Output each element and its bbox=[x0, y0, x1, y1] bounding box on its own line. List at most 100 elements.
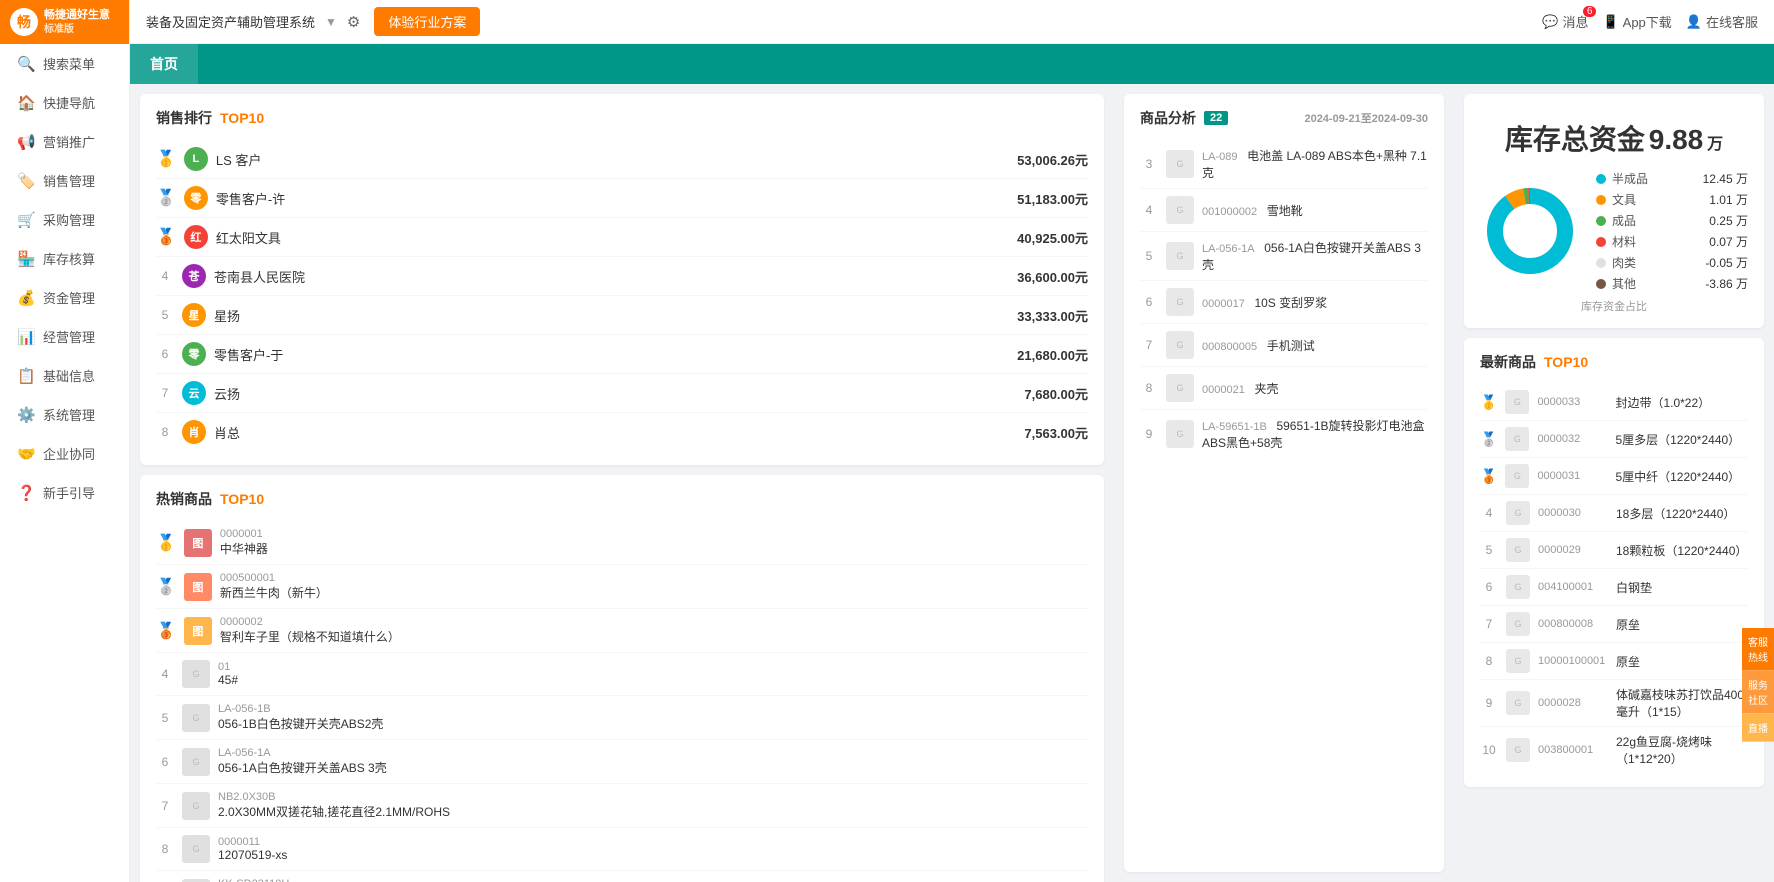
top-customers-title: 销售排行 TOP10 bbox=[156, 108, 1088, 128]
goods-code: KK-SD22110H bbox=[218, 878, 1088, 882]
goods-info: 0000002 智利车子里（规格不知道填什么） bbox=[220, 616, 1088, 645]
dropdown-icon[interactable]: ▼ bbox=[325, 15, 337, 29]
mid-goods-row[interactable]: 8 G 0000021 夹壳 bbox=[1140, 367, 1428, 410]
sidebar-item-operations[interactable]: 📊 经营管理 bbox=[0, 317, 129, 356]
new-goods-row[interactable]: 🥈 G 0000032 5厘多层（1220*2440） bbox=[1480, 421, 1748, 458]
goods-name: 中华神器 bbox=[220, 540, 1088, 557]
float-btn-service[interactable]: 客服热线 bbox=[1742, 628, 1774, 671]
goods-code: LA-59651-1B bbox=[1202, 421, 1267, 433]
goods-info: 0000021 夹壳 bbox=[1202, 380, 1428, 397]
goods-img: G bbox=[182, 660, 210, 688]
customer-row[interactable]: 🥈 零 零售客户-许 51,183.00元 bbox=[156, 179, 1088, 218]
rank-num: 6 bbox=[156, 755, 174, 769]
goods-code: 0000002 bbox=[220, 616, 1088, 628]
medal-icon: 🥉 bbox=[1480, 468, 1497, 485]
legend-item: 成品 0.25 万 bbox=[1596, 212, 1748, 229]
new-goods-row[interactable]: 9 G 0000028 体碱嘉枝味苏打饮品400毫升（1*15） bbox=[1480, 680, 1748, 727]
new-goods-img: G bbox=[1505, 464, 1529, 488]
donut-section: 半成品 12.45 万 文具 1.01 万 成品 0.25 万 材料 0.07 … bbox=[1480, 170, 1748, 292]
sidebar-item-basics[interactable]: 📋 基础信息 bbox=[0, 356, 129, 395]
new-goods-name: 5厘多层（1220*2440） bbox=[1615, 431, 1748, 448]
goods-analysis-card: 商品分析 22 2024-09-21至2024-09-30 3 G LA-089… bbox=[1124, 94, 1444, 872]
sidebar-item-home[interactable]: 🏠 快捷导航 bbox=[0, 83, 129, 122]
goods-code: 01 bbox=[218, 661, 1088, 673]
customer-amount: 40,925.00元 bbox=[1017, 228, 1088, 247]
new-goods-row[interactable]: 10 G 003800001 22g鱼豆腐-烧烤味（1*12*20） bbox=[1480, 727, 1748, 773]
sidebar-item-system[interactable]: ⚙️ 系统管理 bbox=[0, 395, 129, 434]
mid-goods-row[interactable]: 4 G 001000002 雪地靴 bbox=[1140, 189, 1428, 232]
app-download-btn[interactable]: 📱 App下载 bbox=[1602, 12, 1671, 31]
new-goods-row[interactable]: 6 G 004100001 白钢垫 bbox=[1480, 569, 1748, 606]
main-area: 装备及固定资产辅助管理系统 ▼ ⚙ 体验行业方案 💬 消息 6 📱 App下载 … bbox=[130, 0, 1774, 882]
new-goods-row[interactable]: 7 G 000800008 原垒 bbox=[1480, 606, 1748, 643]
hot-goods-title: 热销商品 TOP10 bbox=[156, 489, 1088, 509]
sidebar-item-marketing[interactable]: 📢 营销推广 bbox=[0, 122, 129, 161]
new-goods-row[interactable]: 4 G 0000030 18多层（1220*2440） bbox=[1480, 495, 1748, 532]
goods-name: 夹壳 bbox=[1254, 382, 1278, 396]
hot-goods-row[interactable]: 7 G NB2.0X30B 2.0X30MM双搓花轴,搓花直径2.1MM/ROH… bbox=[156, 784, 1088, 828]
customer-row[interactable]: 4 苍 苍南县人民医院 36,600.00元 bbox=[156, 257, 1088, 296]
customer-row[interactable]: 5 星 星扬 33,333.00元 bbox=[156, 296, 1088, 335]
hot-goods-row[interactable]: 🥈 图 000500001 新西兰牛肉（新牛） bbox=[156, 565, 1088, 609]
customer-amount: 51,183.00元 bbox=[1017, 189, 1088, 208]
goods-info: LA-056-1B 056-1B白色按键开关壳ABS2壳 bbox=[218, 703, 1088, 732]
float-btn-community[interactable]: 服务社区 bbox=[1742, 671, 1774, 714]
goods-img: G bbox=[1166, 331, 1194, 359]
mid-goods-row[interactable]: 7 G 000800005 手机测试 bbox=[1140, 324, 1428, 367]
new-goods-img: G bbox=[1506, 612, 1530, 636]
new-goods-row[interactable]: 🥇 G 0000033 封边带（1.0*22） bbox=[1480, 384, 1748, 421]
rank-num: 3 bbox=[1140, 157, 1158, 171]
customer-row[interactable]: 🥇 L LS 客户 53,006.26元 bbox=[156, 140, 1088, 179]
basics-icon: 📋 bbox=[17, 367, 35, 385]
rank-num: 4 bbox=[156, 667, 174, 681]
hot-goods-row[interactable]: 8 G 0000011 12070519-xs bbox=[156, 828, 1088, 871]
new-goods-name: 白钢垫 bbox=[1616, 579, 1748, 596]
left-panel: 销售排行 TOP10 🥇 L LS 客户 53,006.26元 🥈 零 零售客户… bbox=[130, 84, 1114, 882]
rank-num: 9 bbox=[1480, 696, 1498, 710]
hot-goods-row[interactable]: 9 G KK-SD22110H 花语萌恒温分腿睡袋（厚款） bbox=[156, 871, 1088, 882]
online-service-btn[interactable]: 👤 在线客服 bbox=[1686, 12, 1758, 31]
hot-goods-row[interactable]: 🥉 图 0000002 智利车子里（规格不知道填什么） bbox=[156, 609, 1088, 653]
gear-icon[interactable]: ⚙ bbox=[347, 13, 360, 31]
customer-badge: L bbox=[184, 147, 208, 171]
try-button[interactable]: 体验行业方案 bbox=[374, 7, 480, 36]
sidebar-item-inventory[interactable]: 🏪 库存核算 bbox=[0, 239, 129, 278]
legend-label: 半成品 bbox=[1612, 170, 1697, 187]
new-goods-row[interactable]: 5 G 0000029 18颗粒板（1220*2440） bbox=[1480, 532, 1748, 569]
customer-row[interactable]: 7 云 云扬 7,680.00元 bbox=[156, 374, 1088, 413]
new-goods-code: 0000029 bbox=[1538, 544, 1608, 556]
nav-tabs: 首页 bbox=[130, 44, 1774, 84]
service-icon: 👤 bbox=[1686, 14, 1702, 30]
goods-img: G bbox=[182, 835, 210, 863]
float-btn-live[interactable]: 直播 bbox=[1742, 714, 1774, 742]
hot-goods-row[interactable]: 🥇 图 0000001 中华神器 bbox=[156, 521, 1088, 565]
hot-goods-row[interactable]: 6 G LA-056-1A 056-1A白色按键开关盖ABS 3壳 bbox=[156, 740, 1088, 784]
sidebar-item-search[interactable]: 🔍 搜索菜单 bbox=[0, 44, 129, 83]
goods-img: G bbox=[1166, 420, 1194, 448]
new-goods-name: 5厘中纤（1220*2440） bbox=[1615, 468, 1748, 485]
new-goods-row[interactable]: 8 G 10000100001 原垒 bbox=[1480, 643, 1748, 680]
customer-row[interactable]: 🥉 红 红太阳文具 40,925.00元 bbox=[156, 218, 1088, 257]
messages-btn[interactable]: 💬 消息 6 bbox=[1542, 12, 1588, 31]
sidebar-item-enterprise[interactable]: 🤝 企业协同 bbox=[0, 434, 129, 473]
mid-goods-row[interactable]: 5 G LA-056-1A 056-1A白色按键开关盖ABS 3壳 bbox=[1140, 232, 1428, 281]
customer-row[interactable]: 6 零 零售客户-于 21,680.00元 bbox=[156, 335, 1088, 374]
mid-goods-row[interactable]: 3 G LA-089 电池盖 LA-089 ABS本色+黑种 7.1克 bbox=[1140, 140, 1428, 189]
hot-goods-row[interactable]: 5 G LA-056-1B 056-1B白色按键开关壳ABS2壳 bbox=[156, 696, 1088, 740]
new-goods-card: 最新商品 TOP10 🥇 G 0000033 封边带（1.0*22） 🥈 G 0… bbox=[1464, 338, 1764, 787]
rank-num: 7 bbox=[156, 386, 174, 400]
mid-goods-row[interactable]: 9 G LA-59651-1B 59651-1B旋转投影灯电池盒ABS黑色+58… bbox=[1140, 410, 1428, 458]
goods-info: 0000001 中华神器 bbox=[220, 528, 1088, 557]
new-goods-row[interactable]: 🥉 G 0000031 5厘中纤（1220*2440） bbox=[1480, 458, 1748, 495]
sidebar-item-guide[interactable]: ❓ 新手引导 bbox=[0, 473, 129, 512]
sidebar-item-purchase[interactable]: 🛒 采购管理 bbox=[0, 200, 129, 239]
goods-name: 056-1A白色按键开关盖ABS 3壳 bbox=[218, 759, 1088, 776]
mid-goods-row[interactable]: 6 G 0000017 10S 变刮罗浆 bbox=[1140, 281, 1428, 324]
goods-code: LA-089 bbox=[1202, 151, 1237, 163]
goods-info: LA-056-1A 056-1A白色按键开关盖ABS 3壳 bbox=[1202, 239, 1428, 273]
tab-home[interactable]: 首页 bbox=[130, 44, 198, 84]
customer-row[interactable]: 8 肖 肖总 7,563.00元 bbox=[156, 413, 1088, 451]
sidebar-item-finance[interactable]: 💰 资金管理 bbox=[0, 278, 129, 317]
sidebar-item-sales[interactable]: 🏷️ 销售管理 bbox=[0, 161, 129, 200]
hot-goods-row[interactable]: 4 G 01 45# bbox=[156, 653, 1088, 696]
